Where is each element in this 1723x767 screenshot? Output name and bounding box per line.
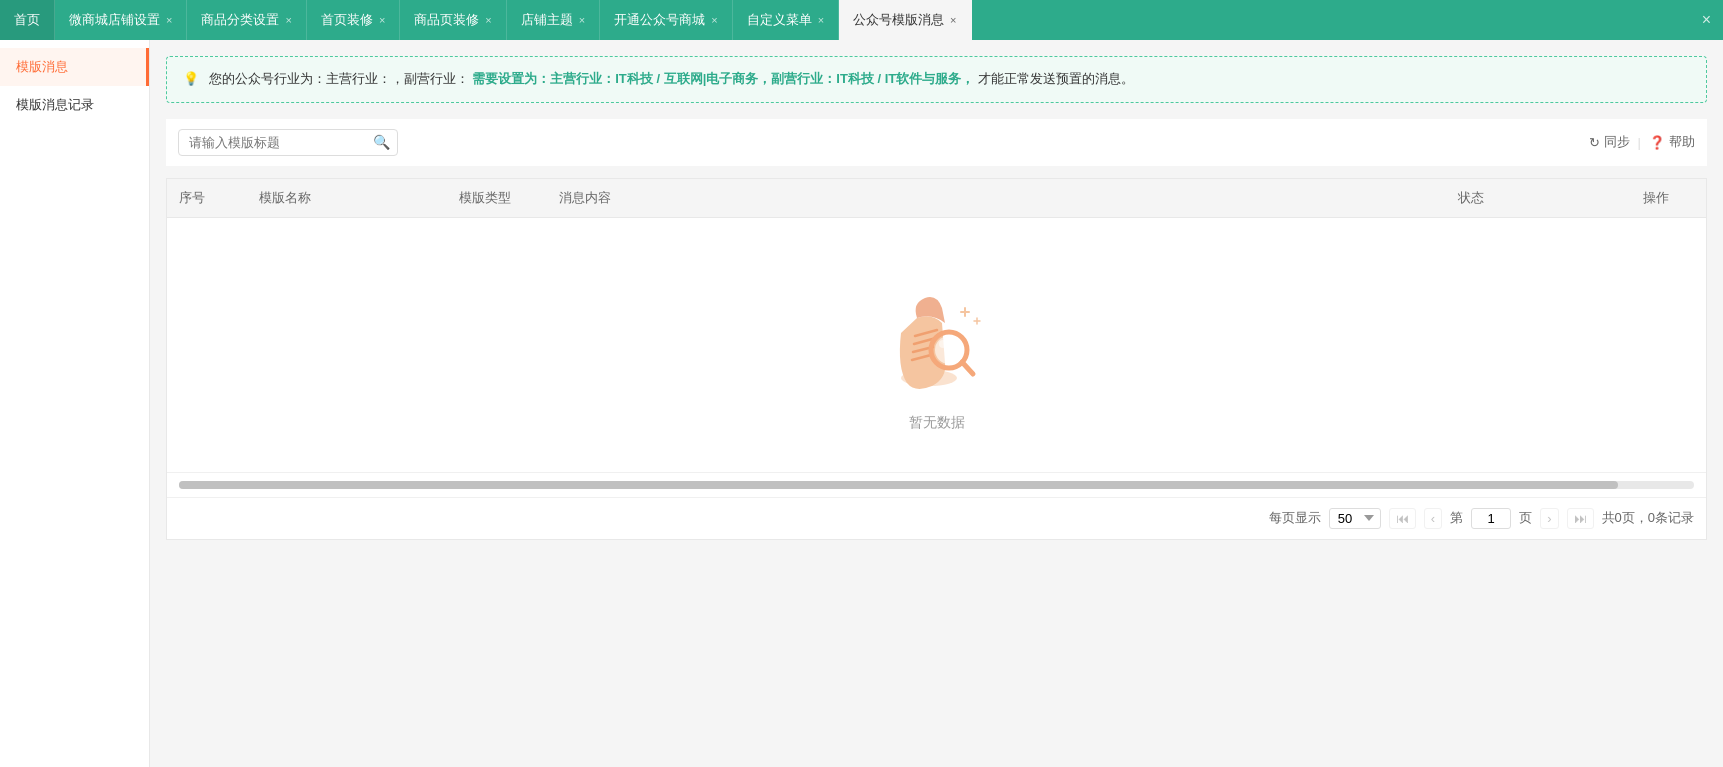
- nav-close-shop-theme[interactable]: ×: [579, 15, 585, 26]
- help-button[interactable]: ❓ 帮助: [1649, 133, 1695, 151]
- sync-icon: ↻: [1589, 135, 1600, 150]
- nav-item-wshop[interactable]: 微商城店铺设置 ×: [55, 0, 187, 40]
- svg-point-6: [935, 336, 963, 364]
- nav-close-open-shop[interactable]: ×: [711, 15, 717, 26]
- nav-item-home[interactable]: 首页: [0, 0, 55, 40]
- nav-item-template-msg[interactable]: 公众号模版消息 ×: [839, 0, 971, 40]
- nav-item-shop-theme[interactable]: 店铺主题 ×: [507, 0, 600, 40]
- th-action: 操作: [1606, 179, 1706, 217]
- nav-item-category[interactable]: 商品分类设置 ×: [187, 0, 306, 40]
- sync-button[interactable]: ↻ 同步: [1589, 133, 1630, 151]
- nav-label-home-decor: 首页装修: [321, 11, 373, 29]
- nav-label-shop-theme: 店铺主题: [521, 11, 573, 29]
- th-content: 消息内容: [547, 179, 1446, 217]
- th-status: 状态: [1446, 179, 1606, 217]
- nav-close-template-msg[interactable]: ×: [950, 15, 956, 26]
- empty-state: 暂无数据: [167, 218, 1706, 472]
- data-table: 序号 模版名称 模版类型 消息内容 状态 操作: [166, 178, 1707, 540]
- th-name: 模版名称: [247, 179, 447, 217]
- search-input[interactable]: [178, 129, 398, 156]
- notice-suffix: 才能正常发送预置的消息。: [978, 71, 1134, 86]
- nav-item-home-decor[interactable]: 首页装修 ×: [307, 0, 400, 40]
- search-left: 🔍: [178, 129, 398, 156]
- top-nav: 首页 微商城店铺设置 × 商品分类设置 × 首页装修 × 商品页装修 × 店铺主…: [0, 0, 1723, 40]
- empty-illustration: [877, 278, 997, 398]
- pagination: 每页显示 50 10 20 100 ⏮ ‹ 第 页 › ⏭ 共0页，0条记录: [167, 497, 1706, 539]
- page-prefix: 第: [1450, 509, 1463, 527]
- sidebar-label-template-message: 模版消息: [16, 59, 68, 74]
- help-label: 帮助: [1669, 133, 1695, 151]
- nav-close-custom-menu[interactable]: ×: [818, 15, 824, 26]
- notice-prefix: 您的公众号行业为：主营行业：，副营行业：: [209, 71, 469, 86]
- main-layout: 模版消息 模版消息记录 💡 您的公众号行业为：主营行业：，副营行业： 需要设置为…: [0, 40, 1723, 767]
- page-total: 共0页，0条记录: [1602, 509, 1694, 527]
- svg-point-8: [939, 340, 947, 348]
- notice-box: 💡 您的公众号行业为：主营行业：，副营行业： 需要设置为：主营行业：IT科技 /…: [166, 56, 1707, 103]
- nav-item-open-shop[interactable]: 开通公众号商城 ×: [600, 0, 732, 40]
- nav-label-home: 首页: [14, 11, 40, 29]
- page-unit: 页: [1519, 509, 1532, 527]
- th-type: 模版类型: [447, 179, 547, 217]
- notice-highlight: 需要设置为：主营行业：IT科技 / 互联网|电子商务，副营行业：IT科技 / I…: [472, 71, 974, 86]
- nav-item-product-decor[interactable]: 商品页装修 ×: [400, 0, 506, 40]
- last-page-button[interactable]: ⏭: [1567, 508, 1594, 529]
- horizontal-scrollbar[interactable]: [179, 481, 1694, 489]
- next-page-button[interactable]: ›: [1540, 508, 1558, 529]
- nav-label-custom-menu: 自定义菜单: [747, 11, 812, 29]
- scroll-bar-area: [167, 472, 1706, 497]
- nav-label-wshop: 微商城店铺设置: [69, 11, 160, 29]
- first-page-button[interactable]: ⏮: [1389, 508, 1416, 529]
- nav-item-custom-menu[interactable]: 自定义菜单 ×: [733, 0, 839, 40]
- sidebar: 模版消息 模版消息记录: [0, 40, 150, 767]
- nav-label-category: 商品分类设置: [201, 11, 279, 29]
- nav-close-all-button[interactable]: ×: [1690, 11, 1723, 29]
- notice-icon: 💡: [183, 71, 199, 86]
- page-size-select[interactable]: 50 10 20 100: [1329, 508, 1381, 529]
- sidebar-label-template-log: 模版消息记录: [16, 97, 94, 112]
- current-page-input[interactable]: [1471, 508, 1511, 529]
- scrollbar-thumb: [179, 481, 1618, 489]
- nav-close-wshop[interactable]: ×: [166, 15, 172, 26]
- help-icon: ❓: [1649, 135, 1665, 150]
- toolbar-divider: |: [1638, 135, 1641, 150]
- nav-label-open-shop: 开通公众号商城: [614, 11, 705, 29]
- nav-label-product-decor: 商品页装修: [414, 11, 479, 29]
- nav-close-home-decor[interactable]: ×: [379, 15, 385, 26]
- nav-close-category[interactable]: ×: [285, 15, 291, 26]
- th-index: 序号: [167, 179, 247, 217]
- sync-label: 同步: [1604, 133, 1630, 151]
- prev-page-button[interactable]: ‹: [1424, 508, 1442, 529]
- search-icon[interactable]: 🔍: [373, 134, 390, 150]
- search-bar: 🔍 ↻ 同步 | ❓ 帮助: [166, 119, 1707, 166]
- table-header: 序号 模版名称 模版类型 消息内容 状态 操作: [167, 179, 1706, 218]
- search-right: ↻ 同步 | ❓ 帮助: [1589, 133, 1695, 151]
- sidebar-item-template-log[interactable]: 模版消息记录: [0, 86, 149, 124]
- nav-close-product-decor[interactable]: ×: [485, 15, 491, 26]
- page-size-label: 每页显示: [1269, 509, 1321, 527]
- svg-line-7: [962, 362, 973, 374]
- nav-label-template-msg: 公众号模版消息: [853, 11, 944, 29]
- search-input-wrap: 🔍: [178, 129, 398, 156]
- empty-text: 暂无数据: [909, 414, 965, 432]
- content-area: 💡 您的公众号行业为：主营行业：，副营行业： 需要设置为：主营行业：IT科技 /…: [150, 40, 1723, 767]
- sidebar-item-template-message[interactable]: 模版消息: [0, 48, 149, 86]
